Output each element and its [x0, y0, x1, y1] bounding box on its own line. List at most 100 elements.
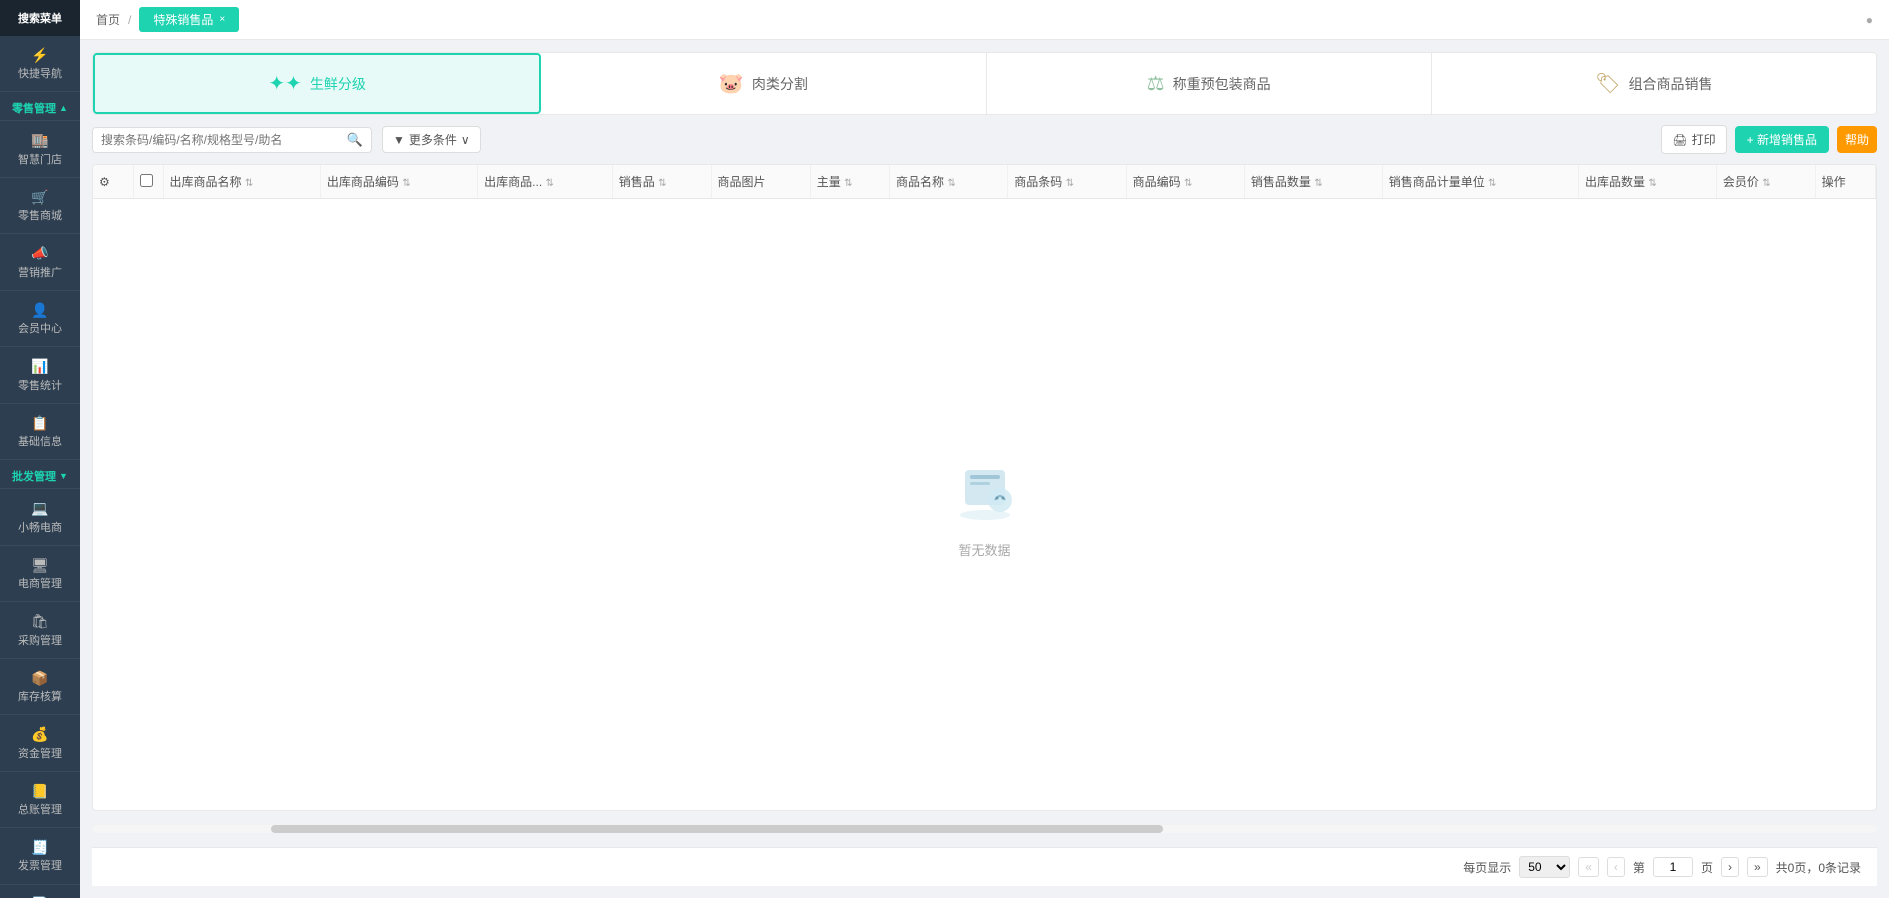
sort-icon-member-price[interactable]: ⇅ — [1762, 178, 1770, 189]
sort-icon-product-name[interactable]: ⇅ — [947, 178, 955, 189]
first-page-btn[interactable]: « — [1578, 857, 1599, 877]
th-label: 销售品 — [619, 175, 655, 189]
help-btn[interactable]: 帮助 — [1837, 126, 1877, 153]
sidebar-item-tax-mgmt[interactable]: 📑 税务管理 — [0, 885, 80, 898]
sort-icon-out-product-x[interactable]: ⇅ — [546, 178, 554, 189]
search-icon[interactable]: 🔍 — [347, 132, 363, 148]
tab-fresh-grade[interactable]: ✦✦ 生鲜分级 — [93, 53, 541, 114]
tab-label: 特殊销售品 — [153, 11, 213, 28]
th-label: 商品名称 — [896, 175, 944, 189]
wholesale-mgmt-label: 批发管理 — [12, 468, 56, 484]
sidebar-item-label: 资金管理 — [18, 747, 62, 761]
page-number-input[interactable] — [1653, 857, 1693, 877]
th-label: 销售商品计量单位 — [1389, 175, 1485, 189]
retail-mgmt-arrow: ▲ — [59, 103, 68, 113]
sidebar-logo[interactable]: 搜索菜单 — [0, 0, 80, 36]
sidebar-item-sales-promo[interactable]: 📣 营销推广 — [0, 234, 80, 290]
general-ledger-icon: 📒 — [31, 782, 48, 800]
sidebar-item-invoice-mgmt[interactable]: 🧾 发票管理 — [0, 828, 80, 884]
sort-icon-product-barcode[interactable]: ⇅ — [1066, 178, 1074, 189]
sort-icon-product-code[interactable]: ⇅ — [1184, 178, 1192, 189]
invoice-mgmt-icon: 🧾 — [31, 838, 48, 856]
active-tab[interactable]: 特殊销售品 × — [139, 7, 239, 32]
total-info: 共0页，0条记录 — [1776, 859, 1861, 876]
empty-illustration — [945, 450, 1025, 530]
search-box[interactable]: 🔍 — [92, 127, 372, 153]
filter-label: 更多条件 — [409, 131, 457, 148]
filter-btn[interactable]: ▼ 更多条件 ∨ — [382, 126, 481, 153]
basic-info-icon: 📋 — [31, 414, 48, 432]
pagination: 每页显示 50 10 20 100 « ‹ 第 页 › » 共0页，0条记录 — [92, 847, 1877, 886]
sidebar-item-smart-store[interactable]: 🏬 智慧门店 — [0, 121, 80, 177]
print-icon: 🖨 — [1672, 133, 1687, 147]
th-settings[interactable]: ⚙ — [93, 165, 133, 199]
search-input[interactable] — [101, 133, 341, 147]
sort-icon-sale-qty[interactable]: ⇅ — [1314, 178, 1322, 189]
prev-page-btn[interactable]: ‹ — [1607, 857, 1625, 877]
sidebar-section-retail[interactable]: 零售管理 ▲ — [0, 92, 80, 121]
filter-icon: ▼ — [393, 133, 405, 147]
sidebar-item-purchase-mgmt[interactable]: 🛍 采购管理 — [0, 602, 80, 658]
th-label: 会员价 — [1723, 175, 1759, 189]
retail-stats-icon: 📊 — [31, 357, 48, 375]
sidebar-item-inventory[interactable]: 📦 库存核算 — [0, 659, 80, 715]
sidebar-item-label: 零售统计 — [18, 379, 62, 393]
mini-ecom-icon: 💻 — [31, 499, 48, 517]
tab-label: 组合商品销售 — [1629, 74, 1713, 94]
print-btn[interactable]: 🖨 打印 — [1661, 125, 1726, 154]
sidebar-item-quick-nav[interactable]: ⚡ 快捷导航 — [0, 36, 80, 92]
sidebar-item-basic-info[interactable]: 📋 基础信息 — [0, 404, 80, 460]
sort-icon-out-product-name[interactable]: ⇅ — [245, 178, 253, 189]
toolbar: 🔍 ▼ 更多条件 ∨ 🖨 打印 + 新增销售品 帮助 — [92, 125, 1877, 154]
sidebar-item-label: 基础信息 — [18, 435, 62, 449]
member-center-icon: 👤 — [31, 301, 48, 319]
sort-icon-main-weight[interactable]: ⇅ — [844, 178, 852, 189]
scrollbar-thumb[interactable] — [271, 825, 1164, 833]
filter-arrow: ∨ — [461, 133, 470, 147]
th-label: 商品条码 — [1014, 175, 1062, 189]
sidebar-item-retail-stats[interactable]: 📊 零售统计 — [0, 347, 80, 403]
sidebar-section-wholesale[interactable]: 批发管理 ▼ — [0, 460, 80, 489]
quick-nav-icon: ⚡ — [31, 46, 48, 64]
tab-meat-cut[interactable]: 🐷 肉类分割 — [541, 53, 986, 114]
th-sale-unit: 销售商品计量单位 ⇅ — [1382, 165, 1578, 199]
sidebar-item-label: 总账管理 — [18, 803, 62, 817]
sidebar-item-member-center[interactable]: 👤 会员中心 — [0, 291, 80, 347]
fresh-grade-icon: ✦✦ — [268, 71, 302, 96]
th-label: 出库商品名称 — [170, 175, 242, 189]
sidebar-item-ecom-mgmt[interactable]: 🖥 电商管理 — [0, 546, 80, 602]
next-page-btn[interactable]: › — [1721, 857, 1739, 877]
tab-close-btn[interactable]: × — [219, 14, 225, 25]
tab-weight-pkg[interactable]: ⚖ 称重预包装商品 — [987, 53, 1432, 114]
th-out-product-x: 出库商品... ⇅ — [478, 165, 613, 199]
sidebar-item-label: 零售商城 — [18, 209, 62, 223]
sidebar-item-mini-ecom[interactable]: 💻 小畅电商 — [0, 489, 80, 545]
sidebar-item-finance[interactable]: 💰 资金管理 — [0, 715, 80, 771]
sort-icon-sale-unit[interactable]: ⇅ — [1488, 178, 1496, 189]
per-page-select[interactable]: 50 10 20 100 — [1519, 856, 1570, 878]
sort-icon-sale-product[interactable]: ⇅ — [658, 178, 666, 189]
tab-label: 生鲜分级 — [310, 74, 366, 94]
home-link[interactable]: 首页 — [96, 11, 120, 28]
horizontal-scrollbar[interactable] — [92, 825, 1877, 833]
sort-icon-out-qty[interactable]: ⇅ — [1648, 178, 1656, 189]
th-operation: 操作 — [1815, 165, 1875, 199]
sidebar-item-retail-mall[interactable]: 🛒 零售商城 — [0, 178, 80, 234]
sidebar-item-general-ledger[interactable]: 📒 总账管理 — [0, 772, 80, 828]
select-all-checkbox[interactable] — [140, 174, 153, 187]
add-sales-btn[interactable]: + 新增销售品 — [1735, 126, 1829, 153]
last-page-btn[interactable]: » — [1747, 857, 1768, 877]
tab-combo-sale[interactable]: 🏷 组合商品销售 — [1432, 53, 1876, 114]
table-header: ⚙ 出库商品名称 ⇅ 出库商品编码 ⇅ 出库 — [93, 165, 1876, 199]
ecom-mgmt-icon: 🖥 — [31, 556, 49, 574]
finance-icon: 💰 — [31, 725, 48, 743]
th-product-image: 商品图片 — [711, 165, 810, 199]
sort-icon-out-product-code[interactable]: ⇅ — [402, 178, 410, 189]
header-user-status: ● — [1866, 13, 1873, 27]
sidebar-item-label: 采购管理 — [18, 634, 62, 648]
data-table: ⚙ 出库商品名称 ⇅ 出库商品编码 ⇅ 出库 — [93, 165, 1876, 199]
sidebar: 搜索菜单 ⚡ 快捷导航 零售管理 ▲ 🏬 智慧门店 🛒 零售商城 📣 营销推广 … — [0, 0, 80, 898]
th-label: 商品图片 — [718, 175, 766, 189]
th-checkbox[interactable] — [133, 165, 163, 199]
page-unit: 页 — [1701, 859, 1713, 876]
